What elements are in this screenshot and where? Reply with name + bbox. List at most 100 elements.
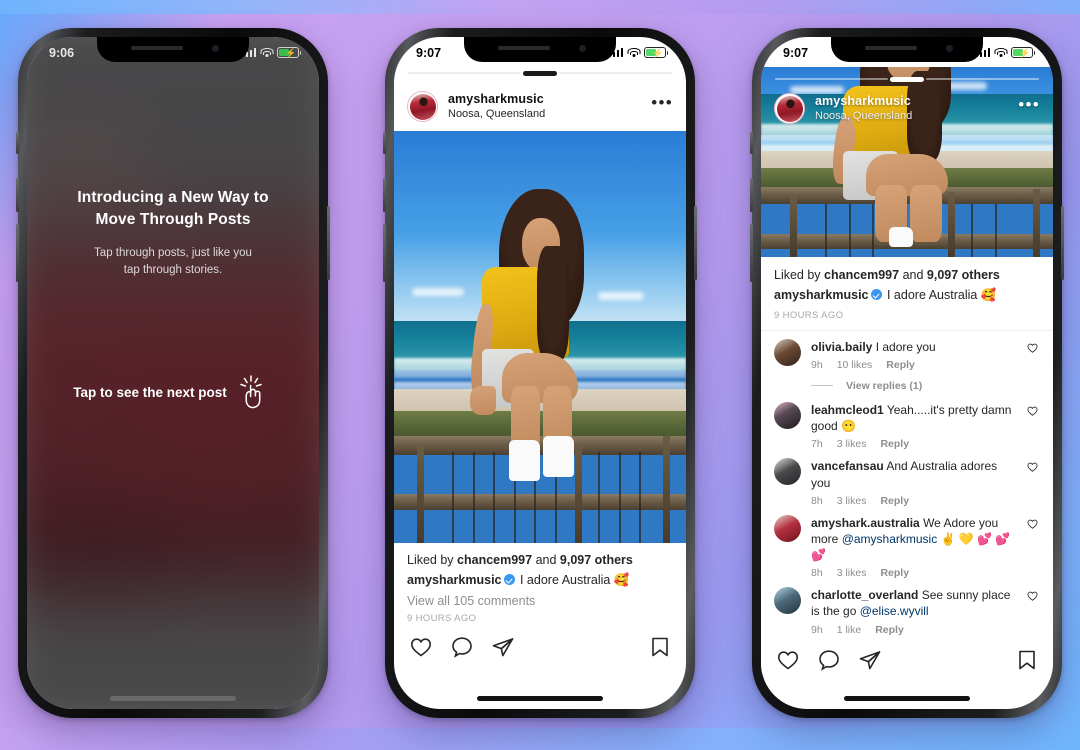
comment-likes[interactable]: 1 like — [837, 624, 862, 636]
avatar[interactable] — [774, 93, 805, 124]
comment-username[interactable]: vancefansau — [811, 459, 884, 473]
heart-icon[interactable] — [1025, 587, 1040, 602]
share-icon[interactable] — [858, 648, 882, 672]
likes-row: Liked by chancem997 and 9,097 others — [407, 553, 633, 567]
comment-text-row: vancefansau And Australia adores you — [811, 458, 1015, 490]
heart-icon[interactable] — [1025, 515, 1040, 530]
comment-username[interactable]: leahmcleod1 — [811, 403, 884, 417]
progress-segment — [926, 78, 1039, 80]
heart-icon[interactable] — [409, 635, 433, 659]
comment-reply-button[interactable]: Reply — [880, 495, 909, 507]
home-indicator[interactable] — [477, 696, 603, 701]
comment-reply-button[interactable]: Reply — [880, 438, 909, 450]
comment-text-row: charlotte_overland See sunny place is th… — [811, 587, 1015, 619]
comment-likes[interactable]: 3 likes — [837, 495, 867, 507]
post-location[interactable]: Noosa, Queensland — [448, 108, 641, 121]
heart-icon[interactable] — [1025, 339, 1040, 354]
likes-username[interactable]: chancem997 — [457, 553, 532, 567]
replies-line — [811, 385, 833, 387]
mute-switch[interactable] — [16, 132, 19, 154]
device-notch — [464, 37, 616, 62]
comment-avatar[interactable] — [774, 401, 801, 429]
comment-mention[interactable]: @elise.wyvill — [860, 604, 929, 618]
post-username[interactable]: amysharkmusic — [815, 94, 1008, 109]
comment-avatar[interactable] — [774, 338, 801, 366]
share-icon[interactable] — [491, 635, 515, 659]
background-bottom-strip — [0, 728, 1080, 750]
comment-item: charlotte_overland See sunny place is th… — [761, 579, 1053, 636]
more-options-icon[interactable]: ••• — [1018, 96, 1040, 116]
wifi-icon — [627, 47, 640, 58]
home-indicator[interactable] — [844, 696, 970, 701]
comment-username[interactable]: olivia.baily — [811, 340, 872, 354]
comment-avatar[interactable] — [774, 587, 801, 615]
post-photo[interactable] — [394, 131, 686, 543]
post-progress-indicator[interactable] — [394, 67, 686, 79]
comment-likes[interactable]: 3 likes — [837, 567, 867, 579]
comment-reply-button[interactable]: Reply — [886, 359, 915, 371]
view-all-comments-link[interactable]: View all 105 comments — [407, 594, 673, 608]
comment-item: olivia.baily I adore you 9h 10 likes Rep… — [761, 331, 1053, 371]
power-button[interactable] — [327, 206, 330, 280]
home-indicator[interactable] — [110, 696, 236, 701]
power-button[interactable] — [694, 206, 697, 280]
comment-time: 8h — [811, 567, 823, 580]
heart-icon[interactable] — [776, 648, 800, 672]
post-caption: amysharkmusic I adore Australia 🥰 — [407, 572, 673, 590]
status-time: 9:07 — [783, 45, 809, 60]
likes-count[interactable]: 9,097 others — [560, 553, 633, 567]
comments-list: olivia.baily I adore you 9h 10 likes Rep… — [761, 330, 1053, 636]
comment-username[interactable]: amyshark.australia — [811, 516, 920, 530]
verified-badge-icon — [870, 289, 882, 301]
heart-icon[interactable] — [1025, 402, 1040, 417]
post-header: amysharkmusic Noosa, Queensland ••• — [394, 81, 686, 131]
comment-likes[interactable]: 10 likes — [837, 359, 873, 371]
post-timestamp: 9 HOURS AGO — [774, 309, 844, 321]
phone3-screen: 9:07 ⚡ amysharkmusic Noosa, Queensland •… — [761, 37, 1053, 709]
comment-item: leahmcleod1 Yeah.....it's pretty damn go… — [761, 394, 1053, 450]
caption-text: I adore Australia 🥰 — [516, 573, 630, 588]
wifi-icon — [994, 47, 1007, 58]
likes-count[interactable]: 9,097 others — [927, 268, 1000, 282]
comment-reply-button[interactable]: Reply — [875, 624, 904, 636]
power-button[interactable] — [1061, 206, 1064, 280]
comment-item: amyshark.australia We Adore you more @am… — [761, 507, 1053, 580]
view-replies-row[interactable]: View replies (1) — [761, 371, 1053, 394]
comment-icon[interactable] — [450, 635, 474, 659]
view-replies-label[interactable]: View replies (1) — [846, 380, 922, 392]
post-location[interactable]: Noosa, Queensland — [815, 110, 1008, 123]
comment-text-row: leahmcleod1 Yeah.....it's pretty damn go… — [811, 402, 1015, 434]
more-options-icon[interactable]: ••• — [651, 94, 673, 114]
likes-username[interactable]: chancem997 — [824, 268, 899, 282]
comment-username[interactable]: charlotte_overland — [811, 588, 918, 602]
heart-icon[interactable] — [1025, 458, 1040, 473]
post-meta: Liked by chancem997 and 9,097 others amy… — [394, 543, 686, 624]
bookmark-icon[interactable] — [649, 635, 671, 659]
caption-username[interactable]: amysharkmusic — [407, 573, 502, 587]
onboarding-subtitle-line2: tap through stories. — [123, 263, 223, 276]
mute-switch[interactable] — [750, 132, 753, 154]
comment-meta: 9h 1 like Reply — [811, 624, 1015, 636]
bookmark-icon[interactable] — [1016, 648, 1038, 672]
post-progress-indicator[interactable] — [761, 73, 1053, 85]
mute-switch[interactable] — [383, 132, 386, 154]
comment-item: vancefansau And Australia adores you 8h … — [761, 450, 1053, 507]
post-username[interactable]: amysharkmusic — [448, 92, 641, 107]
phone-device-comments-view: 9:07 ⚡ amysharkmusic Noosa, Queensland •… — [750, 28, 1064, 718]
wifi-icon — [260, 47, 273, 58]
comment-icon[interactable] — [817, 648, 841, 672]
post-meta: Liked by chancem997 and 9,097 others amy… — [761, 257, 1053, 321]
front-camera — [946, 45, 953, 52]
onboarding-title: Introducing a New Way to Move Through Po… — [77, 187, 268, 231]
post-caption: amysharkmusic I adore Australia 🥰 — [774, 287, 1040, 305]
phone-device-post-view: 9:07 ⚡ amysharkmusic Noosa, Queensland •… — [383, 28, 697, 718]
avatar[interactable] — [407, 91, 438, 122]
comment-mention[interactable]: @amysharkmusic — [842, 532, 938, 546]
comment-avatar[interactable] — [774, 514, 801, 542]
comment-likes[interactable]: 3 likes — [837, 438, 867, 450]
comment-reply-button[interactable]: Reply — [880, 567, 909, 579]
comment-avatar[interactable] — [774, 458, 801, 486]
background-top-strip — [0, 0, 1080, 14]
caption-username[interactable]: amysharkmusic — [774, 288, 869, 302]
post-timestamp: 9 HOURS AGO — [407, 612, 477, 624]
